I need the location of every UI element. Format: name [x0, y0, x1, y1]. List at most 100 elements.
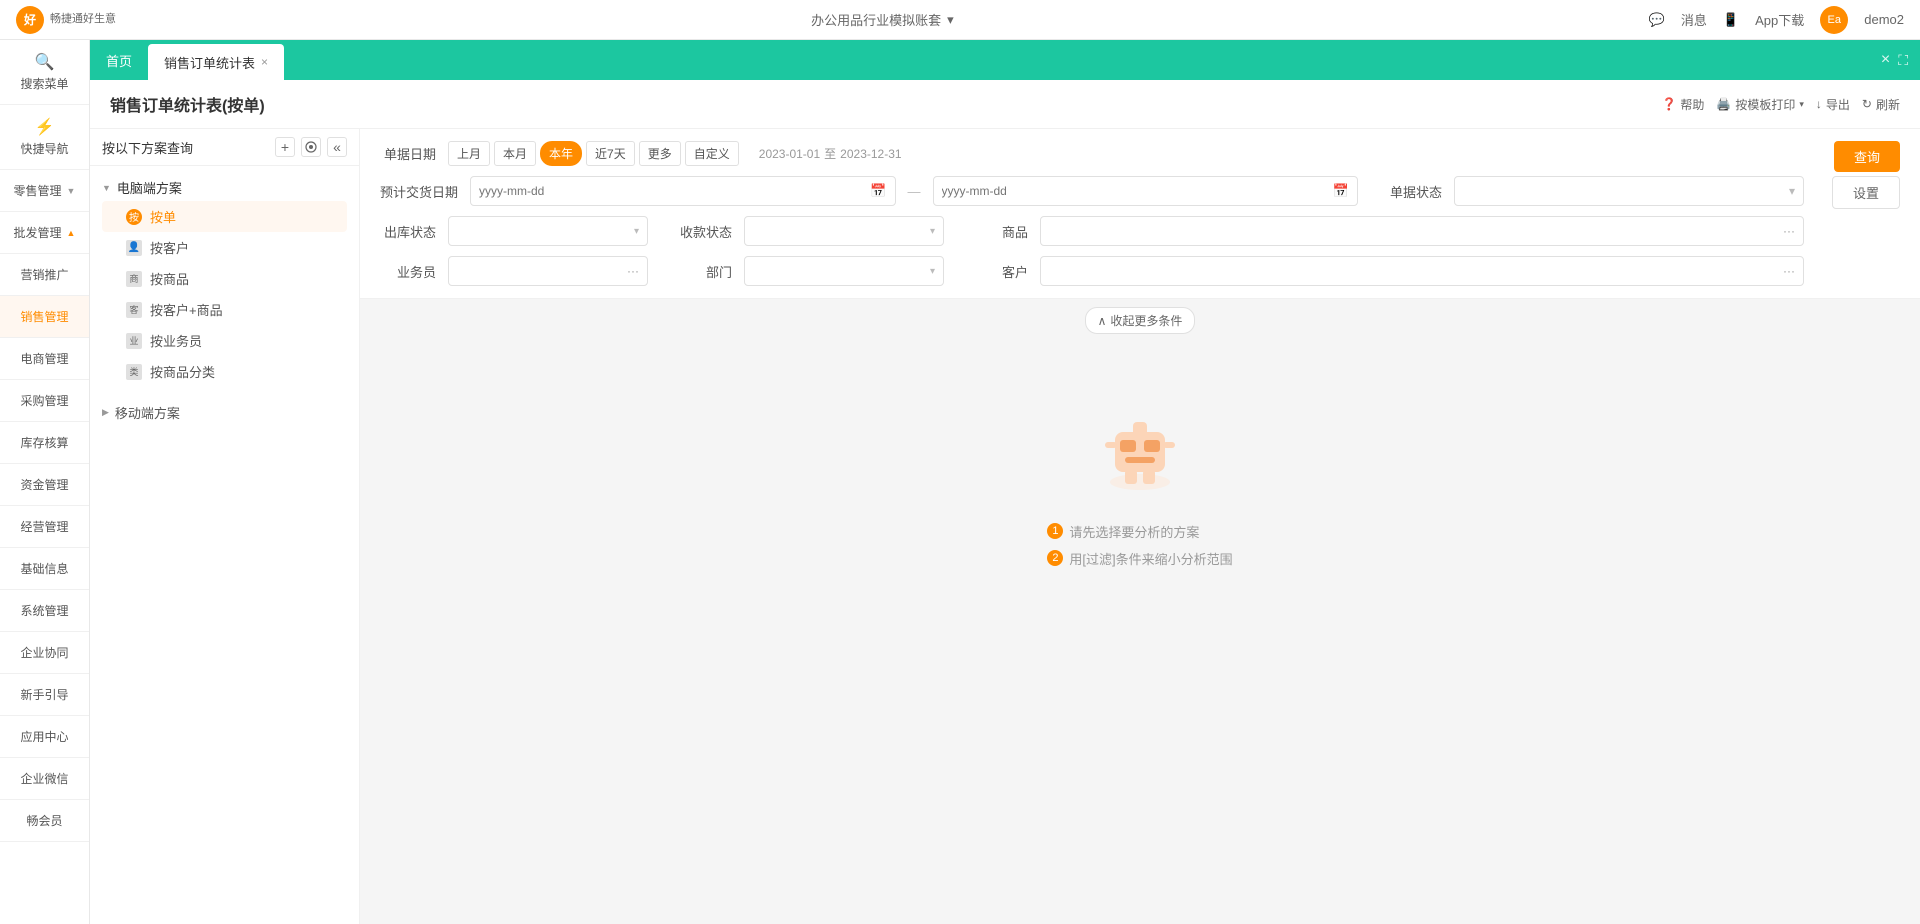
avatar[interactable]: Ea	[1820, 6, 1848, 34]
empty-state: 1 请先选择要分析的方案 2 用[过滤]条件来缩小分析范围	[360, 342, 1920, 628]
sidebar-item-finance[interactable]: 资金管理	[0, 464, 89, 506]
scheme-item-by-order[interactable]: 按 按单	[102, 201, 347, 232]
calendar-from-icon[interactable]: 📅	[870, 183, 886, 199]
ship-status-select[interactable]: ▾	[448, 216, 648, 246]
tab-bar-actions: × ⛶	[1881, 51, 1920, 69]
app-download-icon: 📱	[1723, 12, 1739, 28]
sidebar-item-collab[interactable]: 企业协同	[0, 632, 89, 674]
print-button[interactable]: 🖨️ 按模板打印 ▾	[1716, 96, 1804, 113]
empty-tip-1: 1 请先选择要分析的方案	[1047, 522, 1232, 541]
scheme-item-by-customer[interactable]: 👤 按客户	[102, 232, 347, 263]
sidebar-item-system[interactable]: 系统管理	[0, 590, 89, 632]
goods-input[interactable]: ···	[1040, 216, 1804, 246]
sidebar-item-vip[interactable]: 畅会员	[0, 800, 89, 842]
pay-status-label: 收款状态	[676, 222, 732, 241]
expected-date-from-field[interactable]	[479, 184, 866, 198]
refresh-button[interactable]: ↻ 刷新	[1862, 96, 1900, 113]
mobile-section-title[interactable]: ▶ 移动端方案	[102, 399, 347, 426]
scheme-item-by-cust-goods[interactable]: 客 按客户+商品	[102, 294, 347, 325]
sidebar-item-apps[interactable]: 应用中心	[0, 716, 89, 758]
sidebar-item-newbie[interactable]: 新手引导	[0, 674, 89, 716]
customer-input[interactable]: ···	[1040, 256, 1804, 286]
pc-section-title[interactable]: ▼ 电脑端方案	[102, 174, 347, 201]
expected-date-from-input[interactable]: 📅	[470, 176, 895, 206]
settings-button[interactable]: 设置	[1832, 176, 1900, 209]
date-label: 单据日期	[380, 144, 436, 163]
top-bar-center: 办公用品行业模拟账套 ▾	[811, 10, 954, 29]
sidebar-item-retail[interactable]: 零售管理 ▼	[0, 170, 89, 212]
tab-maximize-icon[interactable]: ⛶	[1898, 52, 1908, 69]
filter-row-ship: 出库状态 ▾ 收款状态 ▾	[380, 216, 1804, 246]
goods-dots-icon[interactable]: ···	[1783, 224, 1795, 238]
message-icon: 💬	[1649, 12, 1665, 28]
scheme-icon-salesperson: 业	[126, 333, 142, 349]
export-icon: ↓	[1816, 97, 1822, 111]
top-bar-right: 💬 消息 📱 App下载 Ea demo2	[1649, 6, 1904, 34]
sidebar-item-inventory[interactable]: 库存核算	[0, 422, 89, 464]
calendar-to-icon[interactable]: 📅	[1333, 183, 1349, 199]
empty-tips: 1 请先选择要分析的方案 2 用[过滤]条件来缩小分析范围	[1047, 522, 1232, 568]
tip-2-text: 用[过滤]条件来缩小分析范围	[1069, 549, 1232, 568]
tab-close-icon[interactable]: ×	[261, 55, 268, 69]
date-btn-this-month[interactable]: 本月	[494, 141, 536, 166]
goods-field[interactable]	[1049, 224, 1775, 238]
left-panel-icons: + «	[275, 137, 347, 157]
page-inner: 销售订单统计表(按单) ❓ 帮助 🖨️ 按模板打印 ▾ ↓	[90, 80, 1920, 924]
page-header-actions: ❓ 帮助 🖨️ 按模板打印 ▾ ↓ 导出 ↻	[1661, 96, 1900, 113]
sidebar-item-sales[interactable]: 销售管理	[0, 296, 89, 338]
date-btn-last-month[interactable]: 上月	[448, 141, 490, 166]
scheme-item-by-goods[interactable]: 商 按商品	[102, 263, 347, 294]
collapse-panel-button[interactable]: «	[327, 137, 347, 157]
print-icon: 🖨️	[1716, 97, 1731, 111]
sidebar-item-search-menu[interactable]: 🔍 搜索菜单	[0, 40, 89, 105]
body-split: 按以下方案查询 + «	[90, 129, 1920, 924]
chevron-down-icon[interactable]: ▾	[947, 12, 954, 28]
scheme-item-by-salesperson[interactable]: 业 按业务员	[102, 325, 347, 356]
dept-select[interactable]: ▾	[744, 256, 944, 286]
collapse-conditions-button[interactable]: ∧ 收起更多条件	[1085, 307, 1196, 334]
salesperson-label: 业务员	[380, 262, 436, 281]
salesperson-dots-icon[interactable]: ···	[627, 264, 639, 278]
query-button[interactable]: 查询	[1834, 141, 1900, 172]
salesperson-field[interactable]	[457, 264, 619, 278]
pay-status-select[interactable]: ▾	[744, 216, 944, 246]
help-button[interactable]: ❓ 帮助	[1661, 96, 1704, 113]
sidebar-item-quick-nav[interactable]: ⚡ 快捷导航	[0, 105, 89, 170]
scheme-icon-cust-goods: 客	[126, 302, 142, 318]
date-btn-this-year[interactable]: 本年	[540, 141, 582, 166]
help-icon: ❓	[1661, 97, 1676, 111]
sidebar-item-ecommerce[interactable]: 电商管理	[0, 338, 89, 380]
add-scheme-button[interactable]: +	[275, 137, 295, 157]
expected-date-to-field[interactable]	[942, 184, 1329, 198]
export-button[interactable]: ↓ 导出	[1816, 96, 1850, 113]
date-btn-more[interactable]: 更多	[639, 141, 681, 166]
tab-home[interactable]: 首页	[90, 40, 148, 80]
mobile-section-arrow-icon: ▶	[102, 407, 109, 418]
expected-date-to-input[interactable]: 📅	[933, 176, 1358, 206]
tab-active[interactable]: 销售订单统计表 ×	[148, 44, 284, 80]
app-name: 畅捷通好生意	[50, 13, 116, 26]
username: demo2	[1864, 12, 1904, 27]
date-range: 2023-01-01 至 2023-12-31	[759, 145, 902, 162]
tab-minimize-icon[interactable]: ×	[1881, 51, 1890, 69]
retail-arrow-icon: ▼	[67, 186, 76, 196]
customer-dots-icon[interactable]: ···	[1783, 264, 1795, 278]
dept-label: 部门	[676, 262, 732, 281]
sidebar-item-marketing[interactable]: 营销推广	[0, 254, 89, 296]
filter-row-salesperson: 业务员 ··· 部门 ▾	[380, 256, 1804, 286]
edit-scheme-button[interactable]	[301, 137, 321, 157]
date-btn-7days[interactable]: 近7天	[586, 141, 635, 166]
sidebar-item-wechat[interactable]: 企业微信	[0, 758, 89, 800]
sidebar-item-basics[interactable]: 基础信息	[0, 548, 89, 590]
ship-chevron-icon: ▾	[634, 226, 639, 237]
tip-1-num: 1	[1047, 523, 1063, 539]
order-status-select[interactable]: ▾	[1454, 176, 1804, 206]
sidebar-item-purchase[interactable]: 采购管理	[0, 380, 89, 422]
sidebar-item-wholesale[interactable]: 批发管理 ▲	[0, 212, 89, 254]
scheme-item-by-goods-category[interactable]: 类 按商品分类	[102, 356, 347, 387]
sidebar-item-operations[interactable]: 经营管理	[0, 506, 89, 548]
customer-field[interactable]	[1049, 264, 1775, 278]
top-bar: 好 畅捷通好生意 办公用品行业模拟账套 ▾ 💬 消息 📱 App下载 Ea de…	[0, 0, 1920, 40]
salesperson-input[interactable]: ···	[448, 256, 648, 286]
date-btn-custom[interactable]: 自定义	[685, 141, 739, 166]
